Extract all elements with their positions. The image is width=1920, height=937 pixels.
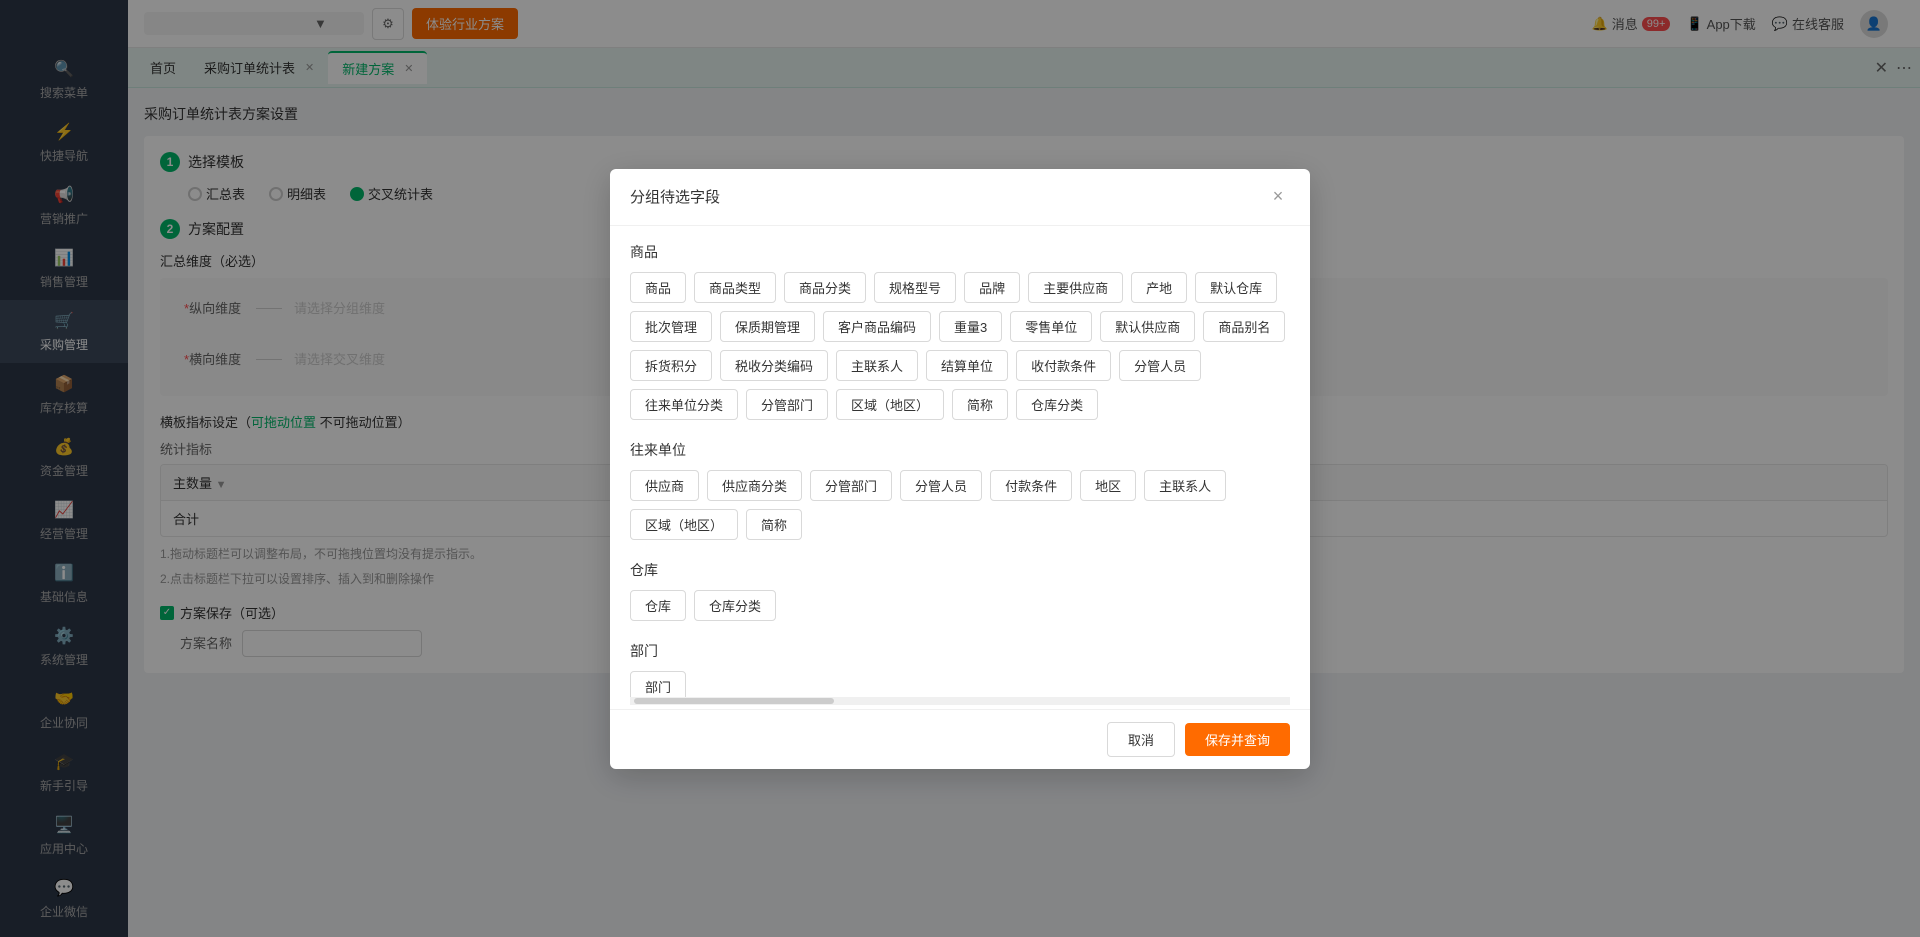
field-tag[interactable]: 仓库分类 [1016, 389, 1098, 420]
field-tag[interactable]: 主联系人 [1144, 470, 1226, 501]
field-tag[interactable]: 商品类型 [694, 272, 776, 303]
field-tag[interactable]: 主联系人 [836, 350, 918, 381]
field-tag[interactable]: 简称 [952, 389, 1008, 420]
field-tag[interactable]: 区域（地区） [630, 509, 738, 540]
field-group-往来单位: 往来单位供应商供应商分类分管部门分管人员付款条件地区主联系人区域（地区） 简称 [630, 440, 1290, 540]
field-tag[interactable]: 主要供应商 [1028, 272, 1123, 303]
field-tag[interactable]: 收付款条件 [1016, 350, 1111, 381]
modal: 分组待选字段 × 商品商品商品类型商品分类规格型号品牌主要供应商产地默认仓库批次… [610, 169, 1310, 769]
field-tag[interactable]: 拆货积分 [630, 350, 712, 381]
field-group-title: 部门 [630, 641, 1290, 661]
field-tag[interactable]: 重量3 [939, 311, 1002, 342]
field-tag[interactable]: 零售单位 [1010, 311, 1092, 342]
horizontal-scroll-area [610, 697, 1310, 709]
modal-header: 分组待选字段 × [610, 169, 1310, 226]
field-group-title: 往来单位 [630, 440, 1290, 460]
field-tag[interactable]: 分管人员 [1119, 350, 1201, 381]
field-tags: 商品商品类型商品分类规格型号品牌主要供应商产地默认仓库批次管理保质期管理客户商品… [630, 272, 1290, 420]
field-tags: 部门 [630, 671, 1290, 697]
field-group-仓库: 仓库仓库仓库分类 [630, 560, 1290, 621]
field-tag[interactable]: 保质期管理 [720, 311, 815, 342]
field-tag[interactable]: 分管人员 [900, 470, 982, 501]
modal-close-button[interactable]: × [1266, 185, 1290, 209]
field-tags: 仓库仓库分类 [630, 590, 1290, 621]
field-tag[interactable]: 商品别名 [1203, 311, 1285, 342]
field-tag[interactable]: 商品分类 [784, 272, 866, 303]
field-group-title: 仓库 [630, 560, 1290, 580]
cancel-button[interactable]: 取消 [1107, 722, 1175, 757]
field-tag[interactable]: 税收分类编码 [720, 350, 828, 381]
field-tag[interactable]: 产地 [1131, 272, 1187, 303]
confirm-button[interactable]: 保存并查询 [1185, 723, 1290, 756]
modal-body[interactable]: 商品商品商品类型商品分类规格型号品牌主要供应商产地默认仓库批次管理保质期管理客户… [610, 226, 1310, 697]
field-tag[interactable]: 供应商分类 [707, 470, 802, 501]
field-tag[interactable]: 商品 [630, 272, 686, 303]
field-tag[interactable]: 规格型号 [874, 272, 956, 303]
field-group-部门: 部门部门 [630, 641, 1290, 697]
h-scroll-thumb[interactable] [634, 698, 834, 704]
field-group-title: 商品 [630, 242, 1290, 262]
field-tag[interactable]: 仓库 [630, 590, 686, 621]
field-tag[interactable]: 供应商 [630, 470, 699, 501]
field-tag[interactable]: 默认仓库 [1195, 272, 1277, 303]
field-tag[interactable]: 付款条件 [990, 470, 1072, 501]
field-tag[interactable]: 分管部门 [746, 389, 828, 420]
field-tag[interactable]: 客户商品编码 [823, 311, 931, 342]
field-tag[interactable]: 往来单位分类 [630, 389, 738, 420]
field-group-商品: 商品商品商品类型商品分类规格型号品牌主要供应商产地默认仓库批次管理保质期管理客户… [630, 242, 1290, 420]
h-scroll-bar[interactable] [630, 697, 1290, 705]
field-tag[interactable]: 地区 [1080, 470, 1136, 501]
modal-footer: 取消 保存并查询 [610, 709, 1310, 769]
field-tag[interactable]: 部门 [630, 671, 686, 697]
field-tag[interactable]: 区域（地区） [836, 389, 944, 420]
field-tag[interactable]: 仓库分类 [694, 590, 776, 621]
modal-overlay: 分组待选字段 × 商品商品商品类型商品分类规格型号品牌主要供应商产地默认仓库批次… [0, 0, 1920, 937]
field-tags: 供应商供应商分类分管部门分管人员付款条件地区主联系人区域（地区） 简称 [630, 470, 1290, 540]
modal-title: 分组待选字段 [630, 186, 720, 207]
field-tag[interactable]: 品牌 [964, 272, 1020, 303]
field-tag[interactable]: 结算单位 [926, 350, 1008, 381]
field-tag[interactable]: 默认供应商 [1100, 311, 1195, 342]
field-tag[interactable]: 分管部门 [810, 470, 892, 501]
field-tag[interactable]: 简称 [746, 509, 802, 540]
field-tag[interactable]: 批次管理 [630, 311, 712, 342]
